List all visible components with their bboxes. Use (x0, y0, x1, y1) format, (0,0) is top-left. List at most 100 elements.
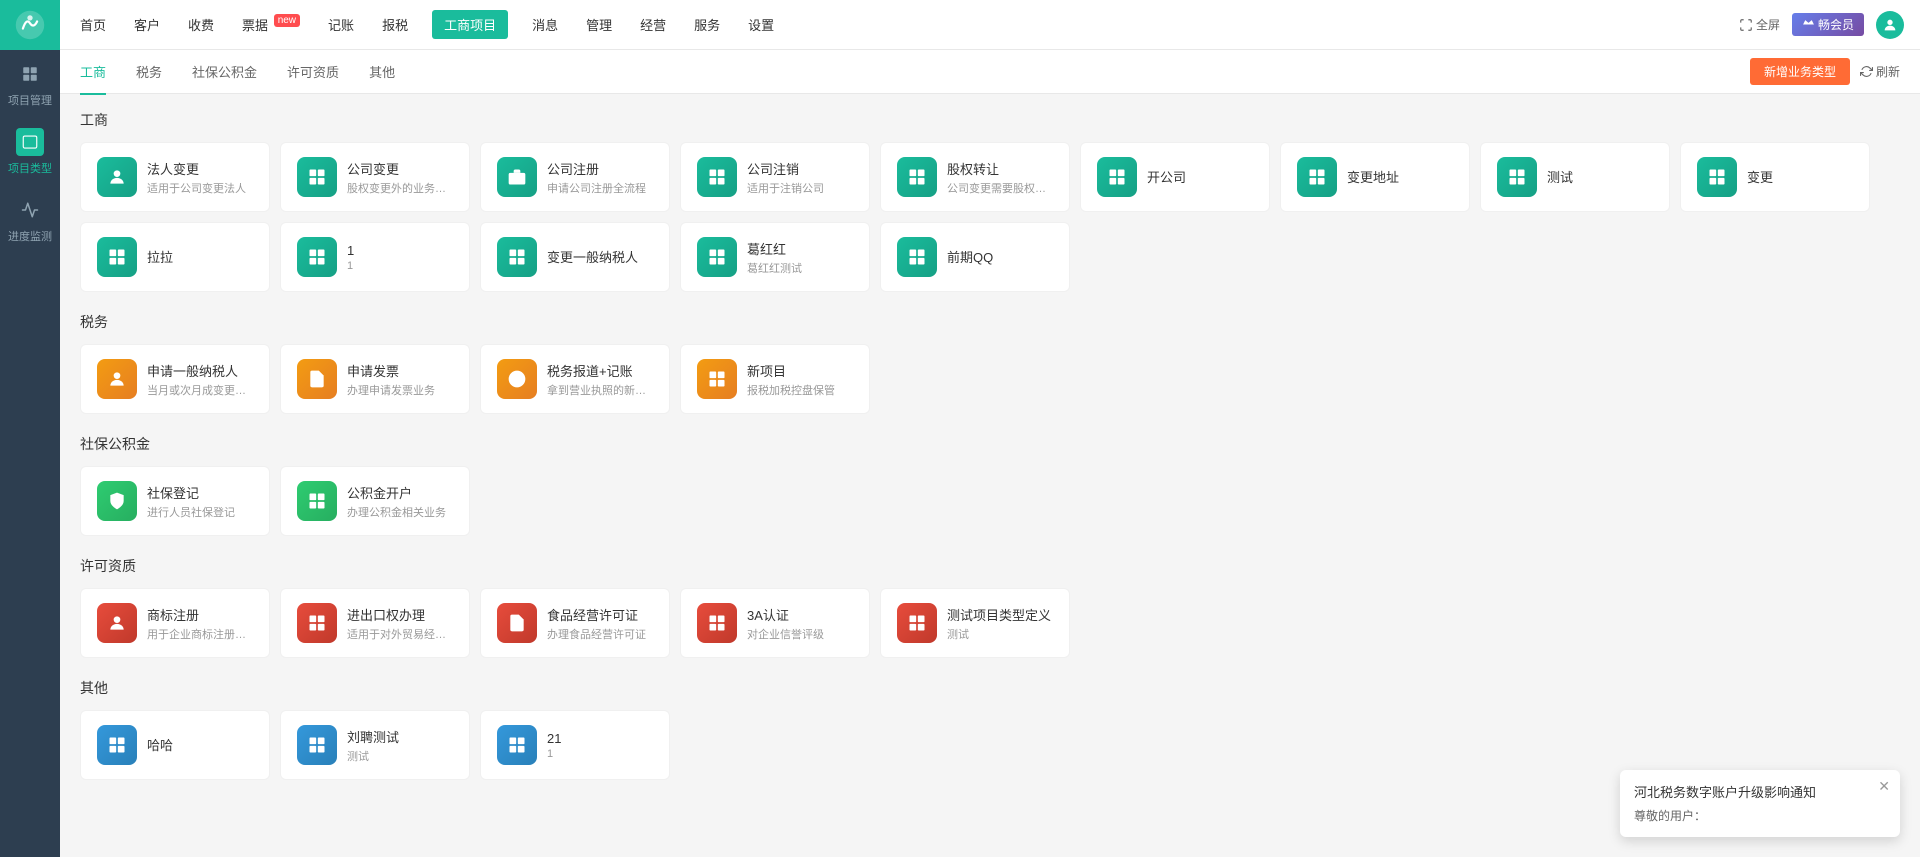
card-title: 哈哈 (147, 735, 253, 754)
fullscreen-btn[interactable]: 全屏 (1739, 16, 1780, 33)
card-title: 法人变更 (147, 159, 253, 178)
nav-settings[interactable]: 设置 (744, 15, 778, 34)
card-icon (1697, 157, 1737, 197)
card-change-address[interactable]: 变更地址 (1280, 142, 1470, 212)
new-type-button[interactable]: 新增业务类型 (1750, 58, 1850, 85)
tab-shebao[interactable]: 社保公积金 (192, 50, 257, 95)
card-haha[interactable]: 哈哈 (80, 710, 270, 780)
card-trademark[interactable]: 商标注册 用于企业商标注册服务 (80, 588, 270, 658)
card-desc: 当月或次月成变更完成 (147, 382, 253, 398)
nav-message[interactable]: 消息 (528, 15, 562, 34)
tab-xuke[interactable]: 许可资质 (287, 50, 339, 95)
card-import-export[interactable]: 进出口权办理 适用于对外贸易经营者 (280, 588, 470, 658)
card-icon (97, 481, 137, 521)
card-company-register[interactable]: 公司注册 申请公司注册全流程 (480, 142, 670, 212)
nav-client[interactable]: 客户 (130, 15, 164, 34)
shuiwu-cards: 申请一般纳税人 当月或次月成变更完成 申请发票 办理申请发票业务 (80, 344, 1900, 414)
card-prev-qq[interactable]: 前期QQ (880, 222, 1070, 292)
card-food-license[interactable]: 食品经营许可证 办理食品经营许可证 (480, 588, 670, 658)
card-icon (697, 237, 737, 277)
tab-shuiwu[interactable]: 税务 (136, 50, 162, 95)
content: 工商 税务 社保公积金 许可资质 其他 新增业务类型 刷新 工商 (60, 50, 1920, 857)
tab-other[interactable]: 其他 (369, 50, 395, 95)
nav-home[interactable]: 首页 (76, 15, 110, 34)
card-new-project[interactable]: 新项目 报税加税控盘保管 (680, 344, 870, 414)
shebao-cards: 社保登记 进行人员社保登记 公积金开户 办理公积金相关业务 (80, 466, 1900, 536)
card-title: 21 (547, 731, 653, 746)
card-provident-fund[interactable]: 公积金开户 办理公积金相关业务 (280, 466, 470, 536)
card-social-insurance[interactable]: 社保登记 进行人员社保登记 (80, 466, 270, 536)
sidebar-item-project-manage[interactable]: 项目管理 (0, 50, 60, 118)
card-title: 测试 (1547, 167, 1653, 186)
card-title: 食品经营许可证 (547, 605, 653, 624)
nav-tax[interactable]: 报税 (378, 15, 412, 34)
card-apply-invoice[interactable]: 申请发票 办理申请发票业务 (280, 344, 470, 414)
card-lala[interactable]: 拉拉 (80, 222, 270, 292)
card-desc: 测试 (947, 626, 1053, 642)
tab-bar: 工商 税务 社保公积金 许可资质 其他 新增业务类型 刷新 (60, 50, 1920, 94)
nav-billing[interactable]: 收费 (184, 15, 218, 34)
toast-body: 尊敬的用户： (1634, 807, 1886, 825)
card-title: 测试项目类型定义 (947, 605, 1053, 624)
tab-gongshang[interactable]: 工商 (80, 50, 106, 95)
card-open-company[interactable]: 开公司 (1080, 142, 1270, 212)
card-apply-general-tax[interactable]: 申请一般纳税人 当月或次月成变更完成 (80, 344, 270, 414)
card-company-change[interactable]: 公司变更 股权变更外的业务变更 (280, 142, 470, 212)
tab-actions: 新增业务类型 刷新 (1750, 58, 1900, 85)
card-company-cancel[interactable]: 公司注销 适用于注销公司 (680, 142, 870, 212)
toast-title: 河北税务数字账户升级影响通知 (1634, 782, 1886, 801)
avatar-icon (1882, 17, 1898, 33)
card-desc: 用于企业商标注册服务 (147, 626, 253, 642)
sidebar-item-progress-monitor[interactable]: 进度监测 (0, 186, 60, 254)
xuke-cards: 商标注册 用于企业商标注册服务 进出口权办理 适用于对外贸易经营者 (80, 588, 1900, 658)
card-gehonghong[interactable]: 葛红红 葛红红测试 (680, 222, 870, 292)
card-legal-change[interactable]: 法人变更 适用于公司变更法人 (80, 142, 270, 212)
avatar[interactable] (1876, 11, 1904, 39)
nav-manage[interactable]: 管理 (582, 15, 616, 34)
nav-operation[interactable]: 经营 (636, 15, 670, 34)
card-title: 变更一般纳税人 (547, 247, 653, 266)
card-title: 变更地址 (1347, 167, 1453, 186)
card-desc: 办理申请发票业务 (347, 382, 453, 398)
card-title: 拉拉 (147, 247, 253, 266)
card-desc: 拿到营业执照的新公司 (547, 382, 653, 398)
card-title: 新项目 (747, 361, 853, 380)
card-title: 申请一般纳税人 (147, 361, 253, 380)
card-desc: 申请公司注册全流程 (547, 180, 653, 196)
nav-invoice[interactable]: 票据 new (238, 15, 304, 34)
card-test-type-define[interactable]: 测试项目类型定义 测试 (880, 588, 1070, 658)
card-title: 股权转让 (947, 159, 1053, 178)
card-liupeng-test[interactable]: 刘聘测试 测试 (280, 710, 470, 780)
card-change[interactable]: 变更 (1680, 142, 1870, 212)
card-test[interactable]: 测试 (1480, 142, 1670, 212)
sidebar-logo[interactable] (0, 0, 60, 50)
card-equity-transfer[interactable]: 股权转让 公司变更需要股权转让 (880, 142, 1070, 212)
card-tax-report-accounting[interactable]: 税务报道+记账 拿到营业执照的新公司 (480, 344, 670, 414)
card-desc: 葛红红测试 (747, 260, 853, 276)
card-title: 公司注销 (747, 159, 853, 178)
card-title: 申请发票 (347, 361, 453, 380)
card-icon (1497, 157, 1537, 197)
card-num21[interactable]: 21 1 (480, 710, 670, 780)
nav-industry[interactable]: 工商项目 (432, 10, 508, 39)
nav-accounting[interactable]: 记账 (324, 15, 358, 34)
card-desc: 适用于注销公司 (747, 180, 853, 196)
card-num1[interactable]: 1 1 (280, 222, 470, 292)
card-3a-cert[interactable]: 3A认证 对企业信誉评级 (680, 588, 870, 658)
sidebar-item-label: 进度监测 (8, 228, 52, 244)
card-title: 1 (347, 243, 453, 258)
card-icon (297, 157, 337, 197)
refresh-button[interactable]: 刷新 (1860, 63, 1900, 80)
card-icon (97, 157, 137, 197)
nav-service[interactable]: 服务 (690, 15, 724, 34)
vip-icon (1802, 18, 1815, 31)
main-area: 首页 客户 收费 票据 new 记账 报税 工商项目 消息 管理 经营 服务 设… (60, 0, 1920, 857)
card-icon (297, 603, 337, 643)
sidebar-item-project-type[interactable]: 项目类型 (0, 118, 60, 186)
toast-close-button[interactable]: ✕ (1878, 778, 1890, 795)
fullscreen-icon (1739, 18, 1753, 32)
card-change-general-tax[interactable]: 变更一般纳税人 (480, 222, 670, 292)
vip-btn[interactable]: 畅会员 (1792, 13, 1864, 36)
refresh-icon (1860, 65, 1873, 78)
card-desc: 1 (547, 748, 653, 760)
